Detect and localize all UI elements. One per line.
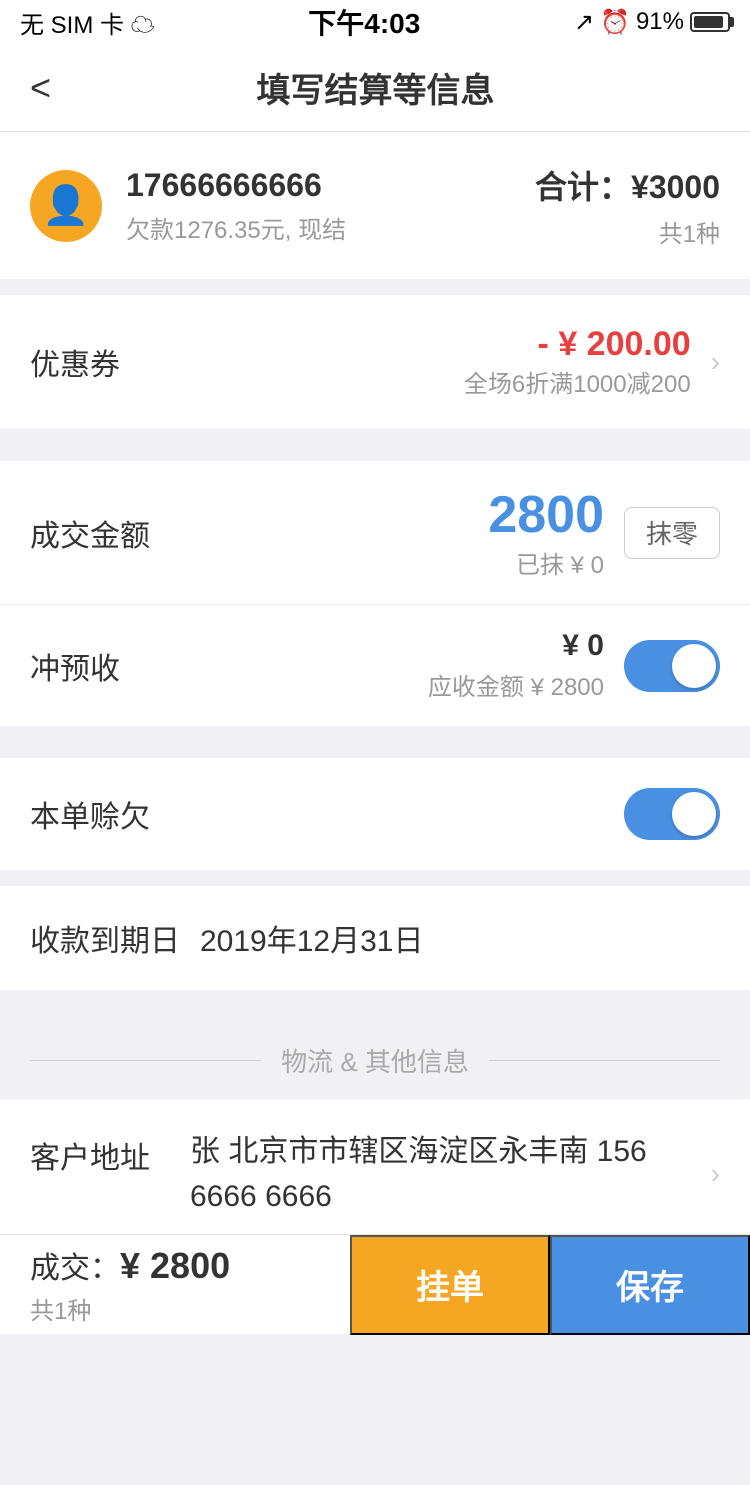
address-row[interactable]: 客户地址 张 北京市市辖区海淀区永丰南 156 6666 6666 › [0,1099,750,1249]
divider-1 [0,445,750,461]
back-button[interactable]: < [30,67,51,109]
status-time: 下午4:03 [308,2,420,42]
coupon-chevron: › [711,346,720,378]
sim-label: 无 SIM 卡 ☁ [20,5,155,40]
coupon-right: - ¥ 200.00 全场6折满1000减200 › [464,325,720,399]
address-section: 客户地址 张 北京市市辖区海淀区永丰南 156 6666 6666 › [0,1099,750,1249]
bottom-count: 共1种 [30,1291,320,1326]
avatar: 👤 [30,170,102,242]
bottom-bar: 成交：¥ 2800 共1种 挂单 保存 [0,1234,750,1334]
prepay-row: 冲预收 ¥ 0 应收金额 ¥ 2800 [0,604,750,726]
total-amount: 合计：¥3000 [535,162,720,208]
coupon-desc: 全场6折满1000减200 [464,364,691,399]
save-button[interactable]: 保存 [550,1235,750,1335]
page-title: 填写结算等信息 [71,63,680,112]
bottom-summary: 成交：¥ 2800 共1种 [0,1243,350,1326]
credit-label: 本单赊欠 [30,792,150,836]
deal-sub: 已抹 ¥ 0 [488,545,604,580]
deal-amount-row: 成交金额 2800 已抹 ¥ 0 抹零 [0,461,750,604]
credit-row: 本单赊欠 [0,758,750,870]
customer-info: 17666666666 欠款1276.35元, 现结 [126,167,535,245]
due-value: 2019年12月31日 [200,916,423,960]
sep-line-right [489,1060,720,1061]
avatar-icon: 👤 [42,184,89,228]
status-bar: 无 SIM 卡 ☁ 下午4:03 ↗ ⏰ 91% [0,0,750,44]
hold-button[interactable]: 挂单 [350,1235,550,1335]
credit-toggle-knob [672,792,716,836]
deal-amount-value: 2800 [488,485,604,545]
prepay-value-area: ¥ 0 应收金额 ¥ 2800 [428,629,604,702]
bottom-deal-label: 成交：¥ 2800 [30,1243,320,1287]
total-sub: 共1种 [535,214,720,249]
due-label: 收款到期日 [30,916,180,960]
coupon-section: 优惠券 - ¥ 200.00 全场6折满1000减200 › [0,295,750,429]
prepay-desc: 应收金额 ¥ 2800 [428,667,604,702]
deal-label: 成交金额 [30,511,150,555]
toggle-knob [672,644,716,688]
deal-value-area: 2800 已抹 ¥ 0 抹零 [488,485,720,580]
battery-percent: 91% [636,8,684,36]
sep-line-left [30,1060,261,1061]
customer-sub: 欠款1276.35元, 现结 [126,210,535,245]
deal-section: 成交金额 2800 已抹 ¥ 0 抹零 冲预收 ¥ 0 应收金额 ¥ 2800 [0,461,750,726]
logistics-label: 物流 & 其他信息 [281,1042,469,1079]
prepay-toggle[interactable] [624,640,720,692]
location-icon: ↗ [574,8,594,37]
battery-icon [690,12,730,32]
prepay-label: 冲预收 [30,644,120,688]
address-value: 张 北京市市辖区海淀区永丰南 156 6666 6666 [190,1129,701,1219]
address-label: 客户地址 [30,1133,170,1177]
customer-phone: 17666666666 [126,167,535,204]
prepay-right: ¥ 0 应收金额 ¥ 2800 [428,629,720,702]
divider-2 [0,742,750,758]
customer-card: 👤 17666666666 欠款1276.35元, 现结 合计：¥3000 共1… [0,132,750,279]
status-right: ↗ ⏰ 91% [574,8,730,37]
prepay-amount: ¥ 0 [428,629,604,663]
coupon-row[interactable]: 优惠券 - ¥ 200.00 全场6折满1000减200 › [0,295,750,429]
coupon-label: 优惠券 [30,340,120,384]
due-date-row: 收款到期日 2019年12月31日 [0,886,750,990]
credit-toggle[interactable] [624,788,720,840]
address-chevron: › [711,1158,720,1190]
divider-3 [0,1006,750,1022]
alarm-icon: ⏰ [600,8,630,37]
nav-bar: < 填写结算等信息 [0,44,750,132]
status-left: 无 SIM 卡 ☁ [20,5,155,40]
logistics-separator: 物流 & 其他信息 [0,1022,750,1099]
customer-total: 合计：¥3000 共1种 [535,162,720,249]
round-button[interactable]: 抹零 [624,507,720,559]
coupon-amount: - ¥ 200.00 [464,325,691,364]
